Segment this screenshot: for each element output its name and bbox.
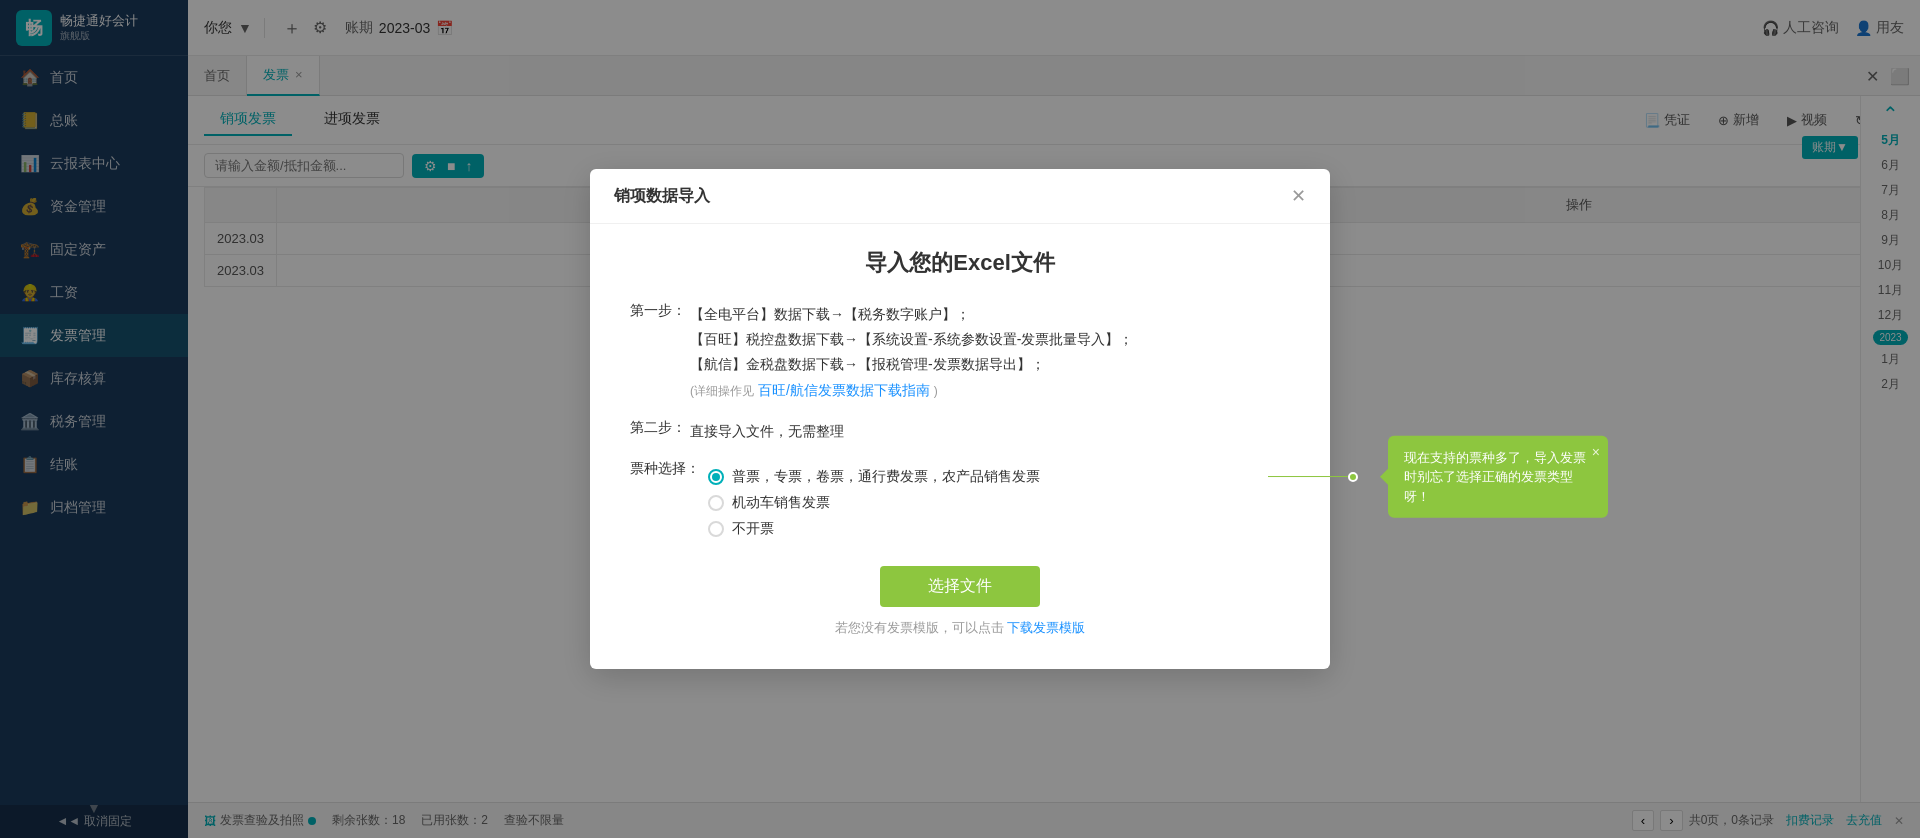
modal-title: 销项数据导入 bbox=[614, 186, 710, 207]
radio-1 bbox=[708, 469, 724, 485]
ticket-option-2[interactable]: 机动车销售发票 bbox=[708, 494, 1290, 512]
step2-label: 第二步： bbox=[630, 419, 690, 444]
step2: 第二步： 直接导入文件，无需整理 bbox=[630, 419, 1290, 444]
radio-3 bbox=[708, 521, 724, 537]
modal-body: 导入您的Excel文件 第一步： 【全电平台】数据下载→【税务数字账户】； 【百… bbox=[590, 224, 1330, 669]
ticket-option-3[interactable]: 不开票 bbox=[708, 520, 1290, 538]
import-modal: 销项数据导入 ✕ 导入您的Excel文件 第一步： 【全电平台】数据下载→【税务… bbox=[590, 169, 1330, 669]
modal-footer: 若您没有发票模版，可以点击 下载发票模版 bbox=[630, 619, 1290, 637]
modal-main-title: 导入您的Excel文件 bbox=[630, 248, 1290, 278]
step1-label: 第一步： bbox=[630, 302, 690, 403]
step1: 第一步： 【全电平台】数据下载→【税务数字账户】； 【百旺】税控盘数据下载→【系… bbox=[630, 302, 1290, 403]
tooltip-bubble: × 现在支持的票种多了，导入发票时别忘了选择正确的发票类型呀！ bbox=[1388, 436, 1608, 519]
modal-close-button[interactable]: ✕ bbox=[1291, 185, 1306, 207]
ticket-label: 票种选择： bbox=[630, 460, 700, 478]
ticket-selection: 票种选择： 普票，专票，卷票，通行费发票，农产品销售发票 × bbox=[630, 460, 1290, 546]
step1-content: 【全电平台】数据下载→【税务数字账户】； 【百旺】税控盘数据下载→【系统设置-系… bbox=[690, 302, 1290, 403]
guide-link[interactable]: 百旺/航信发票数据下载指南 bbox=[758, 382, 930, 398]
ticket-option-1[interactable]: 普票，专票，卷票，通行费发票，农产品销售发票 × 现在支持的票种多了，导入发票时… bbox=[708, 468, 1290, 486]
radio-2 bbox=[708, 495, 724, 511]
download-template-link[interactable]: 下载发票模版 bbox=[1007, 620, 1085, 635]
step1-note: (详细操作见 百旺/航信发票数据下载指南 ) bbox=[690, 378, 1290, 403]
tooltip-close-button[interactable]: × bbox=[1592, 442, 1600, 463]
step2-content: 直接导入文件，无需整理 bbox=[690, 419, 1290, 444]
modal-header: 销项数据导入 ✕ bbox=[590, 169, 1330, 224]
select-file-button[interactable]: 选择文件 bbox=[880, 566, 1040, 607]
